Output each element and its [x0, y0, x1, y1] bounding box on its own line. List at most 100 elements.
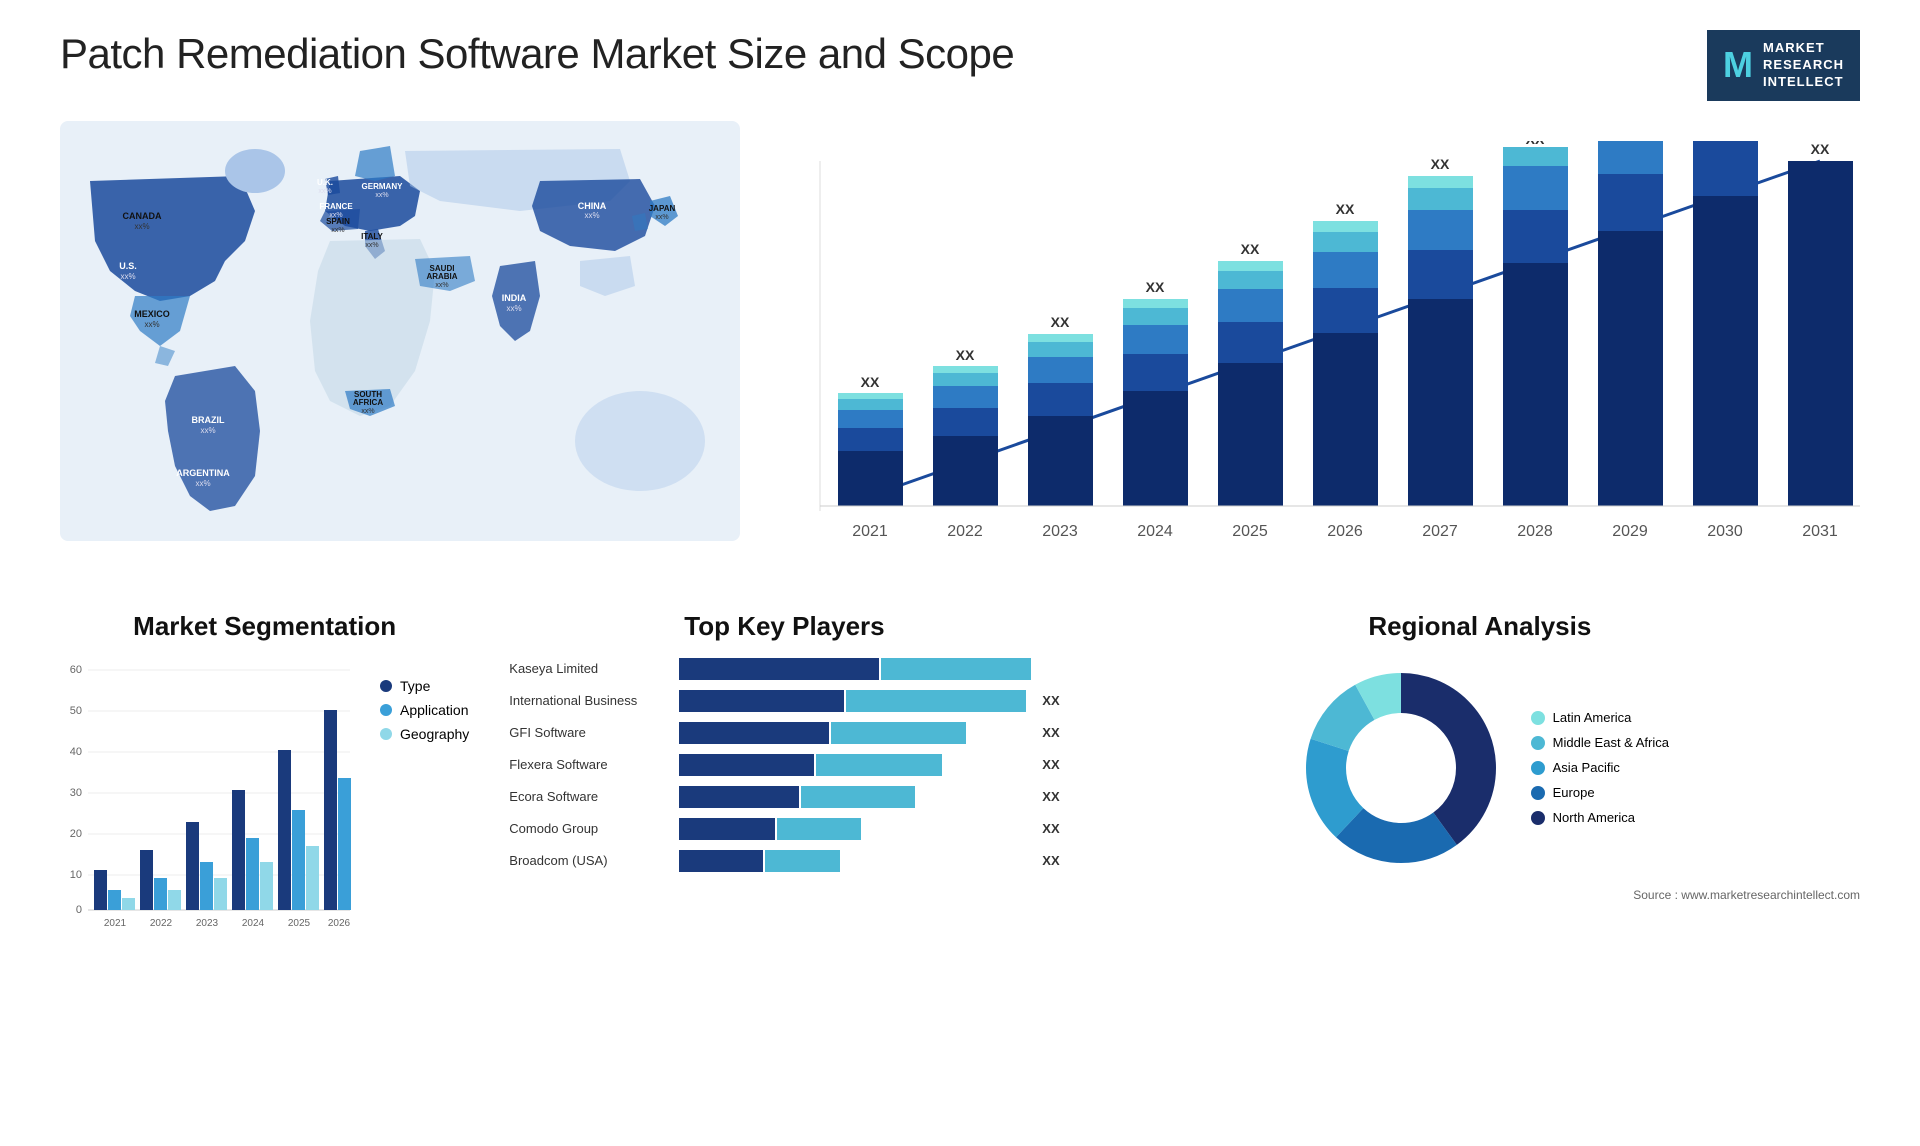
page-header: Patch Remediation Software Market Size a… — [60, 30, 1860, 101]
dot-europe — [1531, 786, 1545, 800]
svg-text:MEXICO: MEXICO — [134, 309, 170, 319]
svg-text:ITALY: ITALY — [361, 232, 383, 241]
svg-text:2025: 2025 — [1232, 523, 1268, 540]
svg-text:2030: 2030 — [1707, 523, 1743, 540]
label-north-america: North America — [1553, 810, 1635, 825]
player-bar-2 — [831, 722, 966, 744]
player-row: Comodo Group XX — [509, 818, 1059, 840]
player-val: XX — [1042, 821, 1059, 836]
player-bar-1 — [679, 754, 814, 776]
svg-text:xx%: xx% — [195, 479, 210, 488]
svg-text:60: 60 — [70, 664, 82, 676]
svg-text:xx%: xx% — [506, 304, 521, 313]
svg-text:xx%: xx% — [365, 242, 378, 249]
player-row: International Business XX — [509, 690, 1059, 712]
player-val: XX — [1042, 853, 1059, 868]
player-name: GFI Software — [509, 725, 669, 740]
svg-text:40: 40 — [70, 746, 82, 758]
player-bar-1 — [679, 850, 763, 872]
source-text: Source : www.marketresearchintellect.com — [1100, 888, 1860, 902]
label-mea: Middle East & Africa — [1553, 735, 1669, 750]
svg-text:U.S.: U.S. — [119, 261, 137, 271]
legend-dot-type — [380, 680, 392, 692]
svg-text:JAPAN: JAPAN — [649, 204, 676, 213]
svg-text:2026: 2026 — [328, 918, 351, 929]
dot-asia-pacific — [1531, 761, 1545, 775]
svg-text:2022: 2022 — [150, 918, 173, 929]
regional-section: Regional Analysis — [1100, 611, 1860, 958]
player-bars — [679, 850, 1026, 872]
player-name: Broadcom (USA) — [509, 853, 669, 868]
player-bar-1 — [679, 786, 799, 808]
svg-text:2021: 2021 — [104, 918, 127, 929]
svg-text:2022: 2022 — [947, 523, 983, 540]
player-bar-2 — [846, 690, 1026, 712]
svg-text:xx%: xx% — [200, 426, 215, 435]
svg-text:BRAZIL: BRAZIL — [192, 415, 225, 425]
legend-type: Type — [380, 678, 469, 694]
players-list: Kaseya Limited International Business XX — [489, 658, 1079, 872]
player-name: Comodo Group — [509, 821, 669, 836]
player-name: Flexera Software — [509, 757, 669, 772]
svg-text:2026: 2026 — [1327, 523, 1363, 540]
player-name: Ecora Software — [509, 789, 669, 804]
dot-mea — [1531, 736, 1545, 750]
player-val: XX — [1042, 789, 1059, 804]
label-latin-america: Latin America — [1553, 710, 1632, 725]
legend-geography: Geography — [380, 726, 469, 742]
svg-text:INDIA: INDIA — [502, 293, 527, 303]
svg-text:ARABIA: ARABIA — [426, 272, 457, 281]
svg-text:2024: 2024 — [242, 918, 265, 929]
svg-text:2021: 2021 — [852, 523, 888, 540]
page-title: Patch Remediation Software Market Size a… — [60, 30, 1014, 78]
svg-text:10: 10 — [70, 869, 82, 881]
player-bar-2 — [765, 850, 840, 872]
svg-text:CHINA: CHINA — [578, 201, 607, 211]
legend-dot-geography — [380, 728, 392, 740]
legend-latin-america: Latin America — [1531, 710, 1669, 725]
svg-text:xx%: xx% — [584, 211, 599, 220]
svg-text:2028: 2028 — [1517, 523, 1553, 540]
segmentation-section: Market Segmentation 60 50 40 30 20 10 0 — [60, 611, 469, 958]
svg-text:xx%: xx% — [375, 192, 388, 199]
svg-text:ARGENTINA: ARGENTINA — [176, 468, 230, 478]
logo-text: MARKET RESEARCH INTELLECT — [1763, 40, 1844, 91]
player-bars — [679, 818, 1026, 840]
svg-text:CANADA: CANADA — [123, 211, 162, 221]
label-europe: Europe — [1553, 785, 1595, 800]
player-val: XX — [1042, 757, 1059, 772]
player-bar-1 — [679, 690, 844, 712]
legend-label-type: Type — [400, 678, 430, 694]
regional-content: Latin America Middle East & Africa Asia … — [1100, 658, 1860, 878]
svg-text:xx%: xx% — [331, 227, 344, 234]
growth-chart: 2021 2022 2023 2024 2025 2026 2027 2028 … — [760, 121, 1860, 581]
svg-text:2029: 2029 — [1612, 523, 1648, 540]
logo: M MARKET RESEARCH INTELLECT — [1707, 30, 1860, 101]
dot-latin-america — [1531, 711, 1545, 725]
player-row: Broadcom (USA) XX — [509, 850, 1059, 872]
top-row: CANADA xx% U.S. xx% MEXICO xx% BRAZIL xx… — [60, 121, 1860, 581]
svg-text:xx%: xx% — [435, 282, 448, 289]
svg-text:XX: XX — [1336, 201, 1355, 217]
segmentation-legend: Type Application Geography — [380, 678, 469, 742]
legend-mea: Middle East & Africa — [1531, 735, 1669, 750]
svg-text:FRANCE: FRANCE — [319, 202, 353, 211]
map-section: CANADA xx% U.S. xx% MEXICO xx% BRAZIL xx… — [60, 121, 740, 581]
svg-text:XX: XX — [1051, 314, 1070, 330]
svg-text:XX: XX — [1431, 156, 1450, 172]
svg-text:50: 50 — [70, 705, 82, 717]
bottom-row: Market Segmentation 60 50 40 30 20 10 0 — [60, 611, 1860, 958]
svg-text:U.K.: U.K. — [317, 178, 333, 187]
svg-text:xx%: xx% — [120, 272, 135, 281]
player-bars — [679, 722, 1026, 744]
legend-dot-application — [380, 704, 392, 716]
player-bar-1 — [679, 722, 829, 744]
svg-text:XX: XX — [861, 374, 880, 390]
svg-text:30: 30 — [70, 787, 82, 799]
key-players-section: Top Key Players Kaseya Limited Internati… — [489, 611, 1079, 958]
svg-text:xx%: xx% — [361, 408, 374, 415]
svg-text:2024: 2024 — [1137, 523, 1173, 540]
player-bars — [679, 690, 1026, 712]
svg-text:XX: XX — [1526, 141, 1545, 147]
svg-text:AFRICA: AFRICA — [353, 398, 383, 407]
